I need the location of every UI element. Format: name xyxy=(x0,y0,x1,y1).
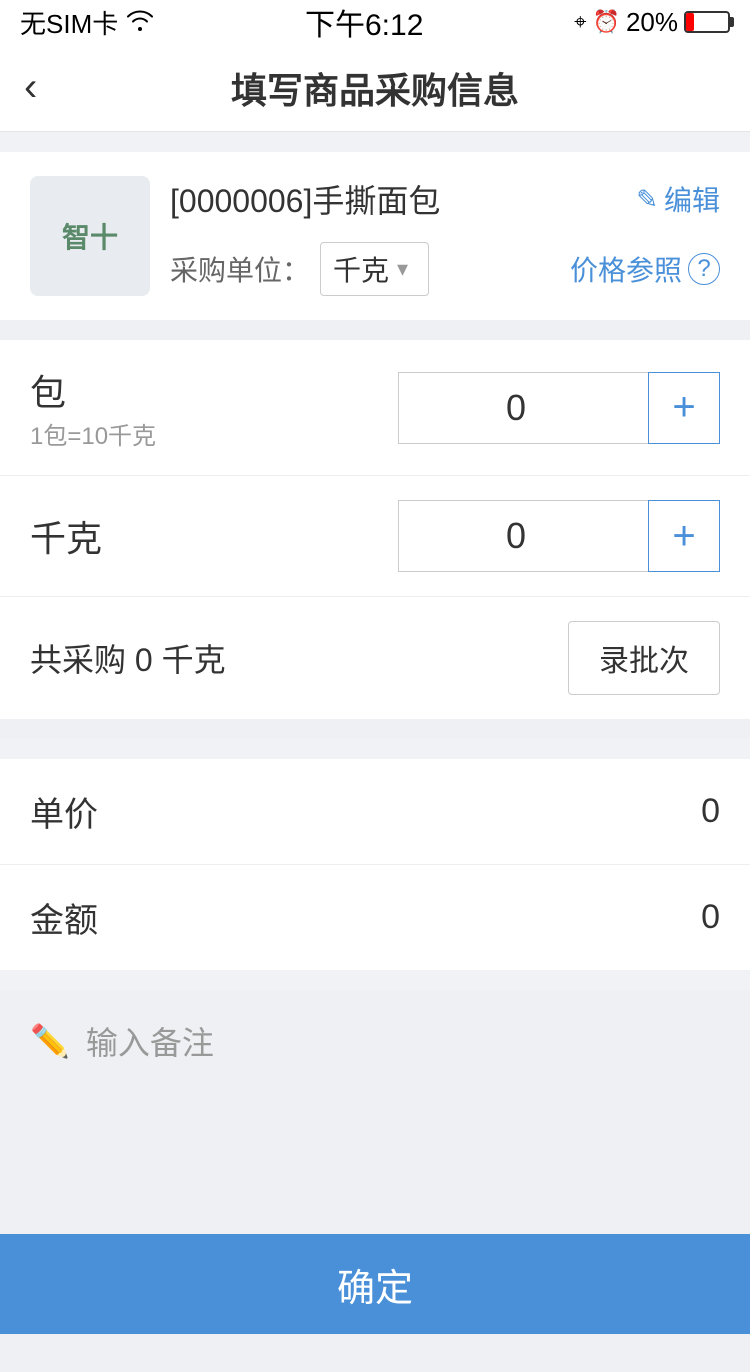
alarm-icon: ⏰ xyxy=(593,9,620,35)
product-logo: 智十 xyxy=(62,216,118,256)
chevron-down-icon: ▾ xyxy=(397,256,408,282)
kg-plus-button[interactable]: + xyxy=(648,500,720,572)
edit-label: 编辑 xyxy=(664,179,720,219)
edit-icon: ✎ xyxy=(636,184,658,215)
product-unit-row: 采购单位： 千克 ▾ 价格参照 ? xyxy=(170,242,720,296)
product-image: 智十 xyxy=(30,176,150,296)
kg-label-group: 千克 xyxy=(30,510,102,562)
kg-quantity-input[interactable] xyxy=(398,500,648,572)
input-section: 包 1包=10千克 + 千克 + xyxy=(0,340,750,597)
total-label: 共采购 0 千克 xyxy=(30,635,226,681)
amount-row: 金额 0 xyxy=(0,865,750,970)
section-divider-2 xyxy=(0,719,750,739)
unit-label: 采购单位： xyxy=(170,249,310,289)
note-section[interactable]: ✏️ 输入备注 xyxy=(0,990,750,1092)
price-section: 单价 0 金额 0 xyxy=(0,759,750,970)
page-title: 填写商品采购信息 xyxy=(231,62,519,114)
product-name-row: [0000006]手撕面包 ✎ 编辑 xyxy=(170,176,720,222)
batch-button[interactable]: 录批次 xyxy=(568,621,720,695)
amount-label: 金额 xyxy=(30,893,98,942)
location-icon: ⌖ xyxy=(574,9,586,35)
edit-button[interactable]: ✎ 编辑 xyxy=(636,179,720,219)
back-button[interactable]: ‹ xyxy=(24,65,37,110)
note-placeholder: 输入备注 xyxy=(86,1018,214,1064)
bao-label: 包 xyxy=(30,364,156,416)
product-card: 智十 [0000006]手撕面包 ✎ 编辑 采购单位： 千克 ▾ 价格参照 ? xyxy=(0,152,750,320)
kg-label: 千克 xyxy=(30,510,102,562)
section-divider-1 xyxy=(0,320,750,340)
price-ref-button[interactable]: 价格参照 ? xyxy=(570,249,720,289)
help-icon: ? xyxy=(688,253,720,285)
price-ref-label: 价格参照 xyxy=(570,249,682,289)
battery-fill xyxy=(686,13,694,31)
nav-bar: ‹ 填写商品采购信息 xyxy=(0,44,750,132)
unit-price-label: 单价 xyxy=(30,787,98,836)
bao-sublabel: 1包=10千克 xyxy=(30,416,156,451)
unit-select[interactable]: 千克 ▾ xyxy=(320,242,429,296)
unit-value: 千克 xyxy=(333,249,389,289)
unit-price-value: 0 xyxy=(701,792,720,831)
unit-price-row: 单价 0 xyxy=(0,759,750,865)
confirm-button[interactable]: 确定 xyxy=(0,1234,750,1334)
product-name: [0000006]手撕面包 xyxy=(170,176,440,222)
time-display: 下午6:12 xyxy=(305,0,423,44)
bao-input-row: 包 1包=10千克 + xyxy=(0,340,750,476)
wifi-icon xyxy=(126,7,154,38)
kg-input-row: 千克 + xyxy=(0,476,750,597)
kg-input-control: + xyxy=(398,500,720,572)
bao-label-group: 包 1包=10千克 xyxy=(30,364,156,451)
status-right: ⌖ ⏰ 20% xyxy=(574,7,730,38)
bao-plus-button[interactable]: + xyxy=(648,372,720,444)
amount-value: 0 xyxy=(701,898,720,937)
battery-indicator xyxy=(684,11,730,33)
total-row: 共采购 0 千克 录批次 xyxy=(0,597,750,719)
battery-percent: 20% xyxy=(626,7,678,38)
status-left: 无SIM卡 xyxy=(20,4,154,41)
status-bar: 无SIM卡 下午6:12 ⌖ ⏰ 20% xyxy=(0,0,750,44)
carrier-label: 无SIM卡 xyxy=(20,4,118,41)
bao-input-control: + xyxy=(398,372,720,444)
product-info: [0000006]手撕面包 ✎ 编辑 采购单位： 千克 ▾ 价格参照 ? xyxy=(170,176,720,296)
pencil-icon: ✏️ xyxy=(30,1022,70,1060)
bao-quantity-input[interactable] xyxy=(398,372,648,444)
